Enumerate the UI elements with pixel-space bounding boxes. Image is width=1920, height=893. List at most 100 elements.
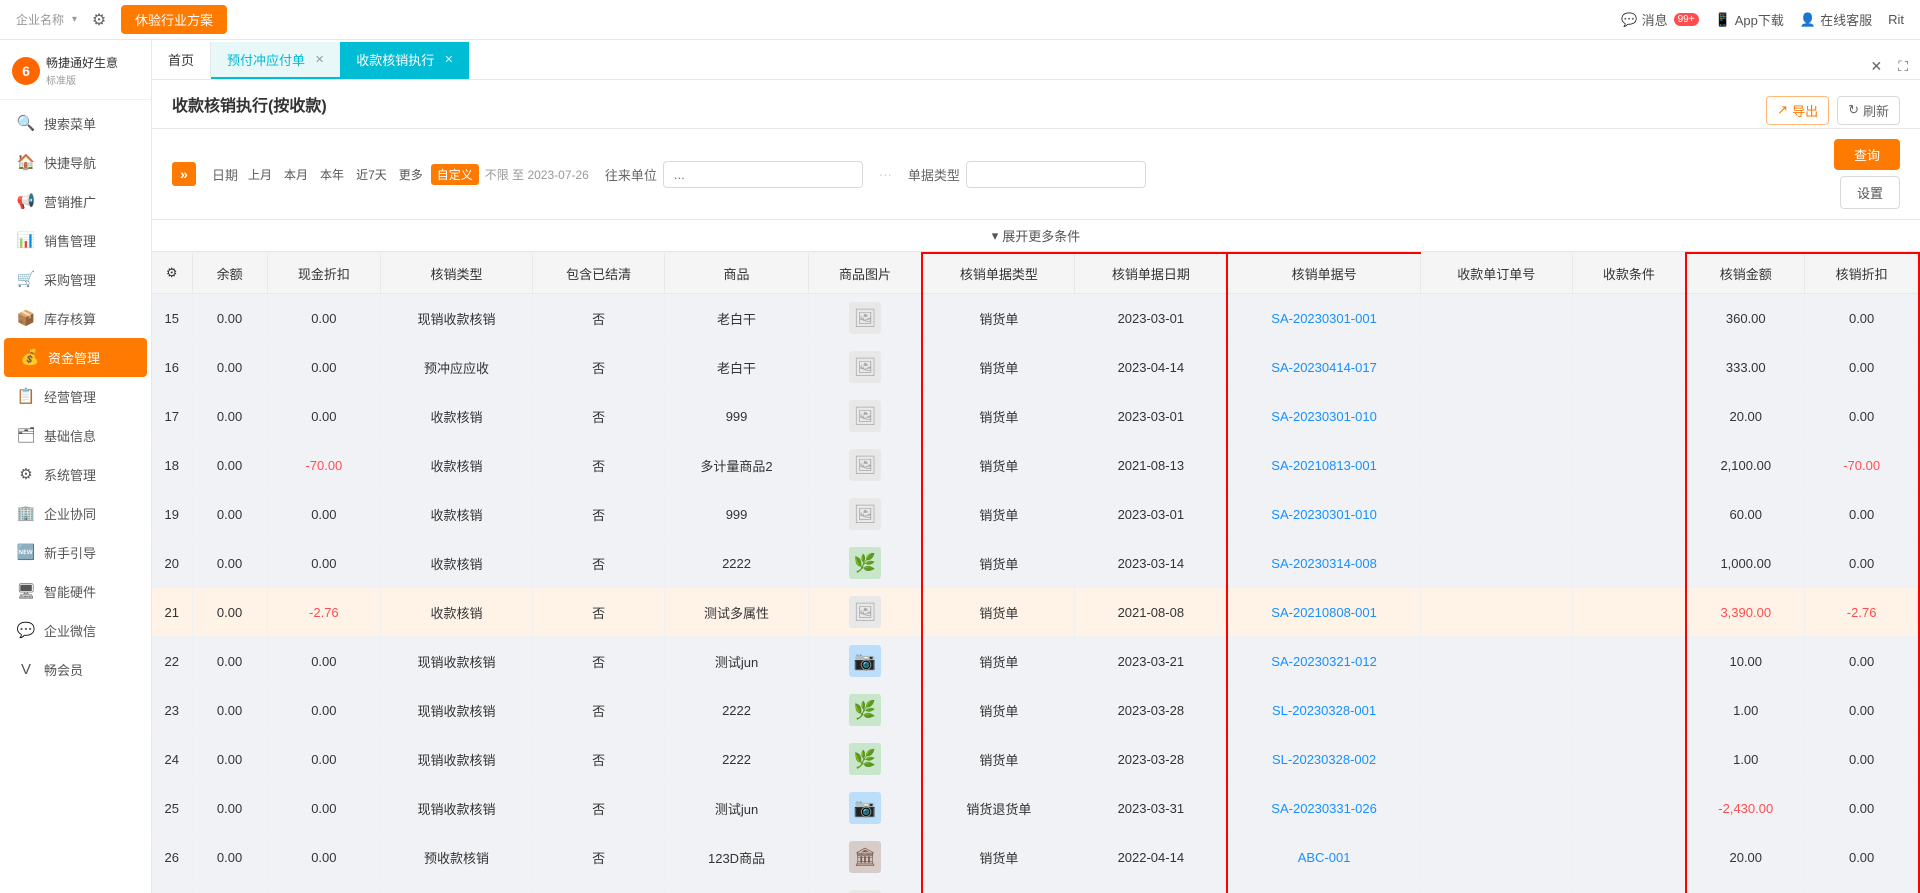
- from-unit-input[interactable]: [663, 161, 863, 188]
- goods-image: 🌿: [849, 694, 881, 726]
- cell-balance: 0.00: [192, 441, 267, 490]
- sidebar-item-quicknav[interactable]: 🏠 快捷导航: [0, 143, 151, 182]
- cell-goods-img: 🏛: [808, 833, 922, 882]
- bill-no-link[interactable]: SA-20210813-001: [1271, 458, 1377, 473]
- sidebar-item-purchase[interactable]: 🛒 采购管理: [0, 260, 151, 299]
- bill-no-link[interactable]: SL-20230328-002: [1272, 752, 1376, 767]
- date-shortcut-custom[interactable]: 自定义: [431, 164, 479, 185]
- cell-goods-img: 🖼: [808, 490, 922, 539]
- bill-no-link[interactable]: SL-20230328-001: [1272, 703, 1376, 718]
- cell-no: 18: [152, 441, 192, 490]
- filter-divider: ···: [879, 167, 892, 182]
- bill-no-link[interactable]: SA-20230331-026: [1271, 801, 1377, 816]
- online-service-button[interactable]: 👤 在线客服: [1800, 10, 1872, 29]
- cell-balance: 0.00: [192, 735, 267, 784]
- cell-writeoff-type: 收款核销: [381, 539, 533, 588]
- industry-button[interactable]: 休验行业方案: [121, 5, 227, 34]
- sidebar-item-marketing[interactable]: 📢 营销推广: [0, 182, 151, 221]
- service-label: 在线客服: [1820, 10, 1872, 29]
- cell-writeoff-discount: 0.00: [1805, 784, 1919, 833]
- cell-goods-img: 🖼: [808, 294, 922, 343]
- table-row: 16 0.00 0.00 预冲应应收 否 老白干 🖼 销货单 2023-04-1…: [152, 343, 1919, 392]
- sidebar-item-search[interactable]: 🔍 搜索菜单: [0, 104, 151, 143]
- date-shortcut-this-month[interactable]: 本月: [280, 164, 312, 185]
- date-shortcut-this-year[interactable]: 本年: [316, 164, 348, 185]
- cell-writeoff-discount: 0.00: [1805, 686, 1919, 735]
- bill-no-link[interactable]: SA-20210808-001: [1271, 605, 1377, 620]
- sidebar-item-wechat[interactable]: 💬 企业微信: [0, 611, 151, 650]
- bill-no-link[interactable]: SA-20230301-010: [1271, 507, 1377, 522]
- sidebar-item-company[interactable]: 🏢 企业协同: [0, 494, 151, 533]
- wechat-icon: 💬: [16, 621, 36, 639]
- cell-balance: 0.00: [192, 343, 267, 392]
- more-conditions-button[interactable]: ▾ 展开更多条件: [992, 226, 1081, 245]
- date-shortcut-more[interactable]: 更多: [395, 164, 427, 185]
- tab-prepay-close[interactable]: ✕: [315, 53, 324, 66]
- cell-receipt-order-no: [1420, 637, 1572, 686]
- sidebar-item-inventory[interactable]: 📦 库存核算: [0, 299, 151, 338]
- cell-bill-no: SA-20230414-017: [1227, 343, 1420, 392]
- cell-bill-type: 销货单: [922, 294, 1074, 343]
- cell-payment-terms: [1572, 294, 1686, 343]
- cell-no: 20: [152, 539, 192, 588]
- sidebar-item-base[interactable]: 🗂 基础信息: [0, 416, 151, 455]
- export-button[interactable]: ↗ 导出: [1766, 96, 1829, 125]
- bill-no-link[interactable]: ABC-001: [1298, 850, 1351, 865]
- chevron-down-icon: ▾: [992, 228, 999, 244]
- cell-cash-discount: 0.00: [267, 686, 380, 735]
- cell-bill-type: 销货单: [922, 539, 1074, 588]
- bill-no-link[interactable]: SA-20230314-008: [1271, 556, 1377, 571]
- cell-writeoff-type: 收款核销: [381, 392, 533, 441]
- tab-prepay[interactable]: 预付冲应付单 ✕: [211, 42, 340, 79]
- bill-no-link[interactable]: SA-20230414-017: [1271, 360, 1377, 375]
- settings-button[interactable]: 设置: [1840, 176, 1900, 209]
- cell-include-settled: 否: [532, 882, 665, 893]
- sidebar-item-member[interactable]: V 畅会员: [0, 650, 151, 689]
- bill-no-link[interactable]: SA-20230321-012: [1271, 654, 1377, 669]
- date-shortcut-7days[interactable]: 近7天: [352, 164, 391, 185]
- sidebar-item-finance[interactable]: 💰 资金管理: [4, 338, 147, 377]
- company-dropdown-icon[interactable]: ▾: [72, 14, 77, 25]
- tab-close-all[interactable]: ✕: [1866, 54, 1886, 79]
- tab-home[interactable]: 首页: [152, 42, 211, 79]
- app-download-button[interactable]: 📱 App下载: [1715, 10, 1784, 29]
- th-settings[interactable]: ⚙: [152, 253, 192, 294]
- goods-image: 🖼: [849, 351, 881, 383]
- cell-writeoff-amount: 20.00: [1686, 392, 1804, 441]
- cell-no: 16: [152, 343, 192, 392]
- query-button[interactable]: 查询: [1834, 139, 1900, 170]
- gear-col-icon[interactable]: ⚙: [166, 265, 178, 280]
- cell-writeoff-type: 现销收款核销: [381, 294, 533, 343]
- cell-bill-no: ABC-001: [1227, 833, 1420, 882]
- bill-no-link[interactable]: SA-20230301-001: [1271, 311, 1377, 326]
- expand-button[interactable]: »: [172, 162, 196, 186]
- logo-sub: 标准版: [46, 72, 118, 87]
- cell-goods: 999: [665, 490, 808, 539]
- th-goods-img: 商品图片: [808, 253, 922, 294]
- sidebar-item-hardware[interactable]: 🖥 智能硬件: [0, 572, 151, 611]
- filter-bar: » 日期 上月 本月 本年 近7天 更多 自定义 不限 至 2023-07-26: [152, 129, 1920, 220]
- tab-writeoff-close[interactable]: ✕: [444, 53, 453, 66]
- sidebar-item-operation[interactable]: 📋 经营管理: [0, 377, 151, 416]
- tab-expand[interactable]: ⛶: [1894, 54, 1912, 79]
- cell-bill-date: 2023-04-14: [1075, 343, 1227, 392]
- cell-writeoff-type: 预收款核销: [381, 833, 533, 882]
- receipt-type-select[interactable]: [966, 161, 1146, 188]
- goods-image: 🌿: [849, 743, 881, 775]
- gear-button[interactable]: ⚙: [85, 6, 113, 34]
- query-settings-group: 查询 设置: [1834, 139, 1900, 209]
- tab-writeoff[interactable]: 收款核销执行 ✕: [340, 42, 469, 79]
- bill-no-link[interactable]: SA-20230301-010: [1271, 409, 1377, 424]
- date-shortcut-last-month[interactable]: 上月: [244, 164, 276, 185]
- th-receipt-order-no: 收款单订单号: [1420, 253, 1572, 294]
- sidebar-item-system[interactable]: ⚙ 系统管理: [0, 455, 151, 494]
- table-row: 21 0.00 -2.76 收款核销 否 测试多属性 🖼 销货单 2021-08…: [152, 588, 1919, 637]
- system-icon: ⚙: [16, 465, 36, 483]
- message-button[interactable]: 💬 消息 99+: [1621, 10, 1698, 29]
- cell-bill-date: 2023-03-21: [1075, 637, 1227, 686]
- sidebar-item-newbie[interactable]: 🆕 新手引导: [0, 533, 151, 572]
- operation-icon: 📋: [16, 387, 36, 405]
- sidebar-item-sales[interactable]: 📊 销售管理: [0, 221, 151, 260]
- cell-cash-discount: 0.00: [267, 343, 380, 392]
- refresh-button[interactable]: ↻ 刷新: [1837, 96, 1900, 125]
